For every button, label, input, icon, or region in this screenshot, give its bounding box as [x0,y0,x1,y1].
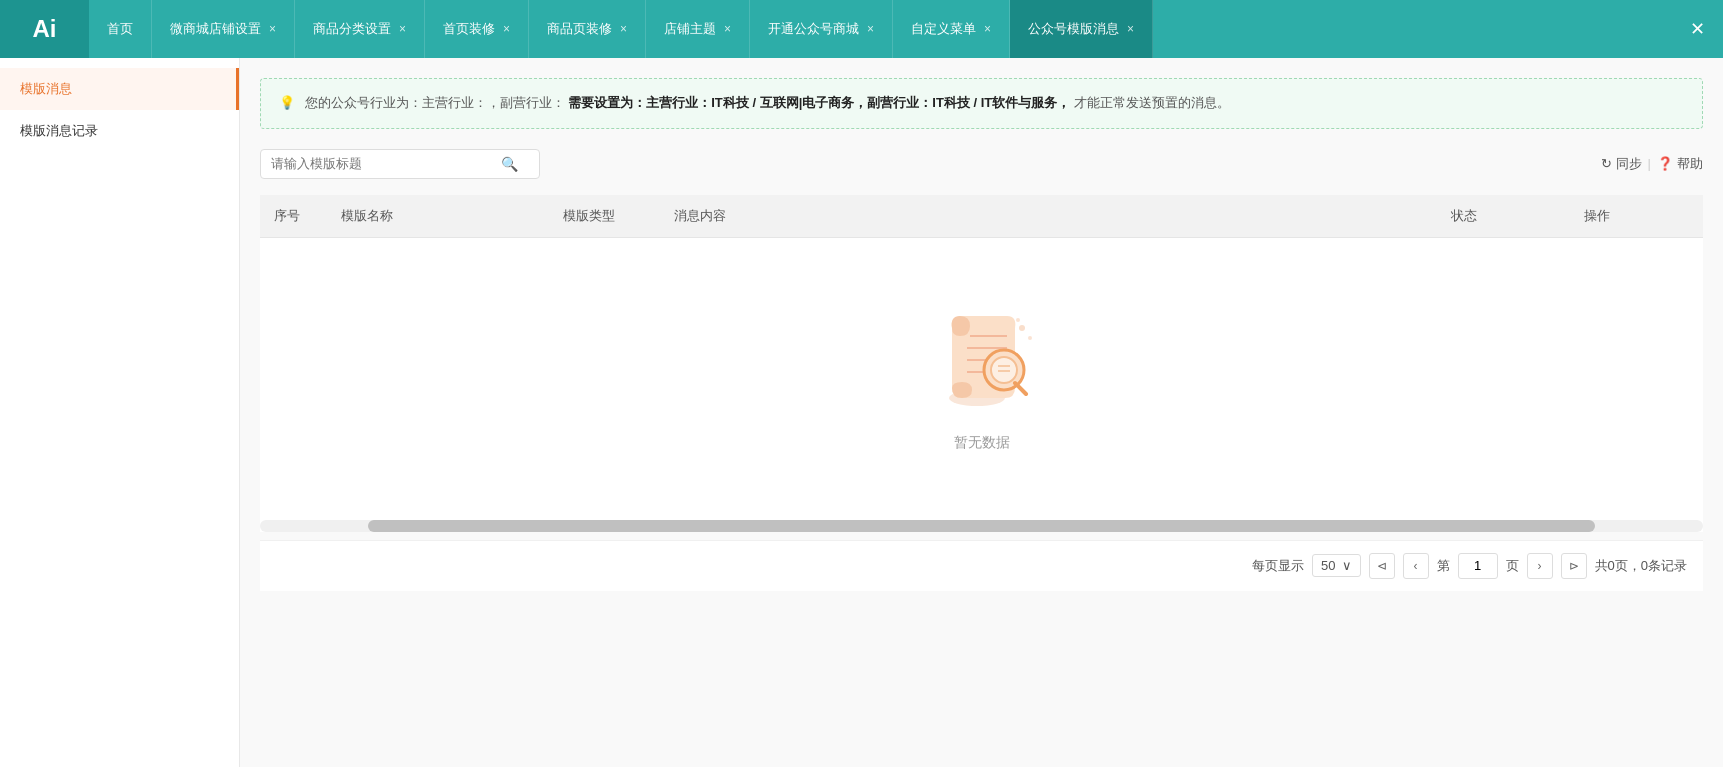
table-header-row: 序号 模版名称 模版类型 消息内容 状态 [260,195,1703,238]
page-prev-button[interactable]: ‹ [1403,553,1429,579]
data-table: 序号 模版名称 模版类型 消息内容 状态 [260,195,1703,512]
top-nav: Ai 首页 微商城店铺设置 × 商品分类设置 × 首页装修 × 商品页装修 × … [0,0,1723,58]
close-tab-category[interactable]: × [399,22,406,36]
close-tab-product[interactable]: × [620,22,627,36]
nav-tab-wechat-mall[interactable]: 开通公众号商城 × [750,0,893,58]
page-last-button[interactable]: ⊳ [1561,553,1587,579]
close-tab-menu[interactable]: × [984,22,991,36]
scrollbar-thumb[interactable] [368,520,1595,532]
nav-tab-category-settings[interactable]: 商品分类设置 × [295,0,425,58]
page-first-button[interactable]: ⊲ [1369,553,1395,579]
col-header-action: 操作 [1570,195,1703,238]
help-icon: ❓ [1657,156,1673,171]
nav-tab-template-msg[interactable]: 公众号模版消息 × [1010,0,1153,58]
sidebar-item-template-msg-record[interactable]: 模版消息记录 [0,110,239,152]
close-tab-mall[interactable]: × [867,22,874,36]
col-header-content: 消息内容 [660,195,1437,238]
horizontal-scrollbar[interactable] [260,520,1703,532]
svg-point-11 [1028,336,1032,340]
nav-tab-custom-menu[interactable]: 自定义菜单 × [893,0,1010,58]
nav-tab-shop-theme[interactable]: 店铺主题 × [646,0,750,58]
col-header-seq: 序号 [260,195,327,238]
col-header-type: 模版类型 [549,195,660,238]
main-layout: 模版消息 模版消息记录 💡 您的公众号行业为：主营行业：，副营行业： 需要设置为… [0,58,1723,767]
empty-row: 暂无数据 [260,237,1703,512]
toolbar-right: ↻ 同步 | ❓ 帮助 [1601,155,1703,173]
col-header-status: 状态 [1437,195,1570,238]
nav-tab-product-decor[interactable]: 商品页装修 × [529,0,646,58]
empty-text: 暂无数据 [954,434,1010,452]
per-page-label: 每页显示 [1252,557,1304,575]
pagination: 每页显示 50 ∨ ⊲ ‹ 第 页 › ⊳ 共0页，0条记录 [260,540,1703,591]
page-total: 共0页，0条记录 [1595,557,1687,575]
per-page-select[interactable]: 50 ∨ [1312,554,1360,577]
svg-point-12 [1016,318,1020,322]
page-number-input[interactable] [1458,553,1498,579]
search-bar: 🔍 ↻ 同步 | ❓ 帮助 [260,149,1703,179]
nav-tab-home[interactable]: 首页 [89,0,152,58]
search-button[interactable]: 🔍 [501,156,518,172]
close-tab-theme[interactable]: × [724,22,731,36]
close-tab-template[interactable]: × [1127,22,1134,36]
nav-tab-homepage-decor[interactable]: 首页装修 × [425,0,529,58]
content-area: 💡 您的公众号行业为：主营行业：，副营行业： 需要设置为：主营行业：IT科技 /… [240,58,1723,767]
nav-tabs: 首页 微商城店铺设置 × 商品分类设置 × 首页装修 × 商品页装修 × 店铺主… [89,0,1672,58]
empty-state: 暂无数据 [260,238,1703,512]
nav-tab-shop-settings[interactable]: 微商城店铺设置 × [152,0,295,58]
col-header-name: 模版名称 [327,195,549,238]
svg-point-10 [1019,325,1025,331]
sync-button[interactable]: ↻ 同步 [1601,155,1642,173]
svg-line-7 [1015,383,1026,394]
help-button[interactable]: ❓ 帮助 [1657,155,1703,173]
close-all-button[interactable]: ✕ [1672,18,1723,40]
sidebar-item-template-msg[interactable]: 模版消息 [0,68,239,110]
empty-illustration [922,298,1042,418]
notice-icon: 💡 [279,95,295,110]
page-next-button[interactable]: › [1527,553,1553,579]
dropdown-icon: ∨ [1342,558,1352,573]
sidebar: 模版消息 模版消息记录 [0,58,240,767]
search-input-wrap: 🔍 [260,149,540,179]
sync-icon: ↻ [1601,156,1612,171]
svg-point-6 [991,357,1017,383]
search-input[interactable] [271,156,501,171]
close-tab-homepage[interactable]: × [503,22,510,36]
app-logo: Ai [0,0,89,58]
table-container: 序号 模版名称 模版类型 消息内容 状态 [260,195,1703,532]
notice-banner: 💡 您的公众号行业为：主营行业：，副营行业： 需要设置为：主营行业：IT科技 /… [260,78,1703,129]
close-tab-shop-settings[interactable]: × [269,22,276,36]
